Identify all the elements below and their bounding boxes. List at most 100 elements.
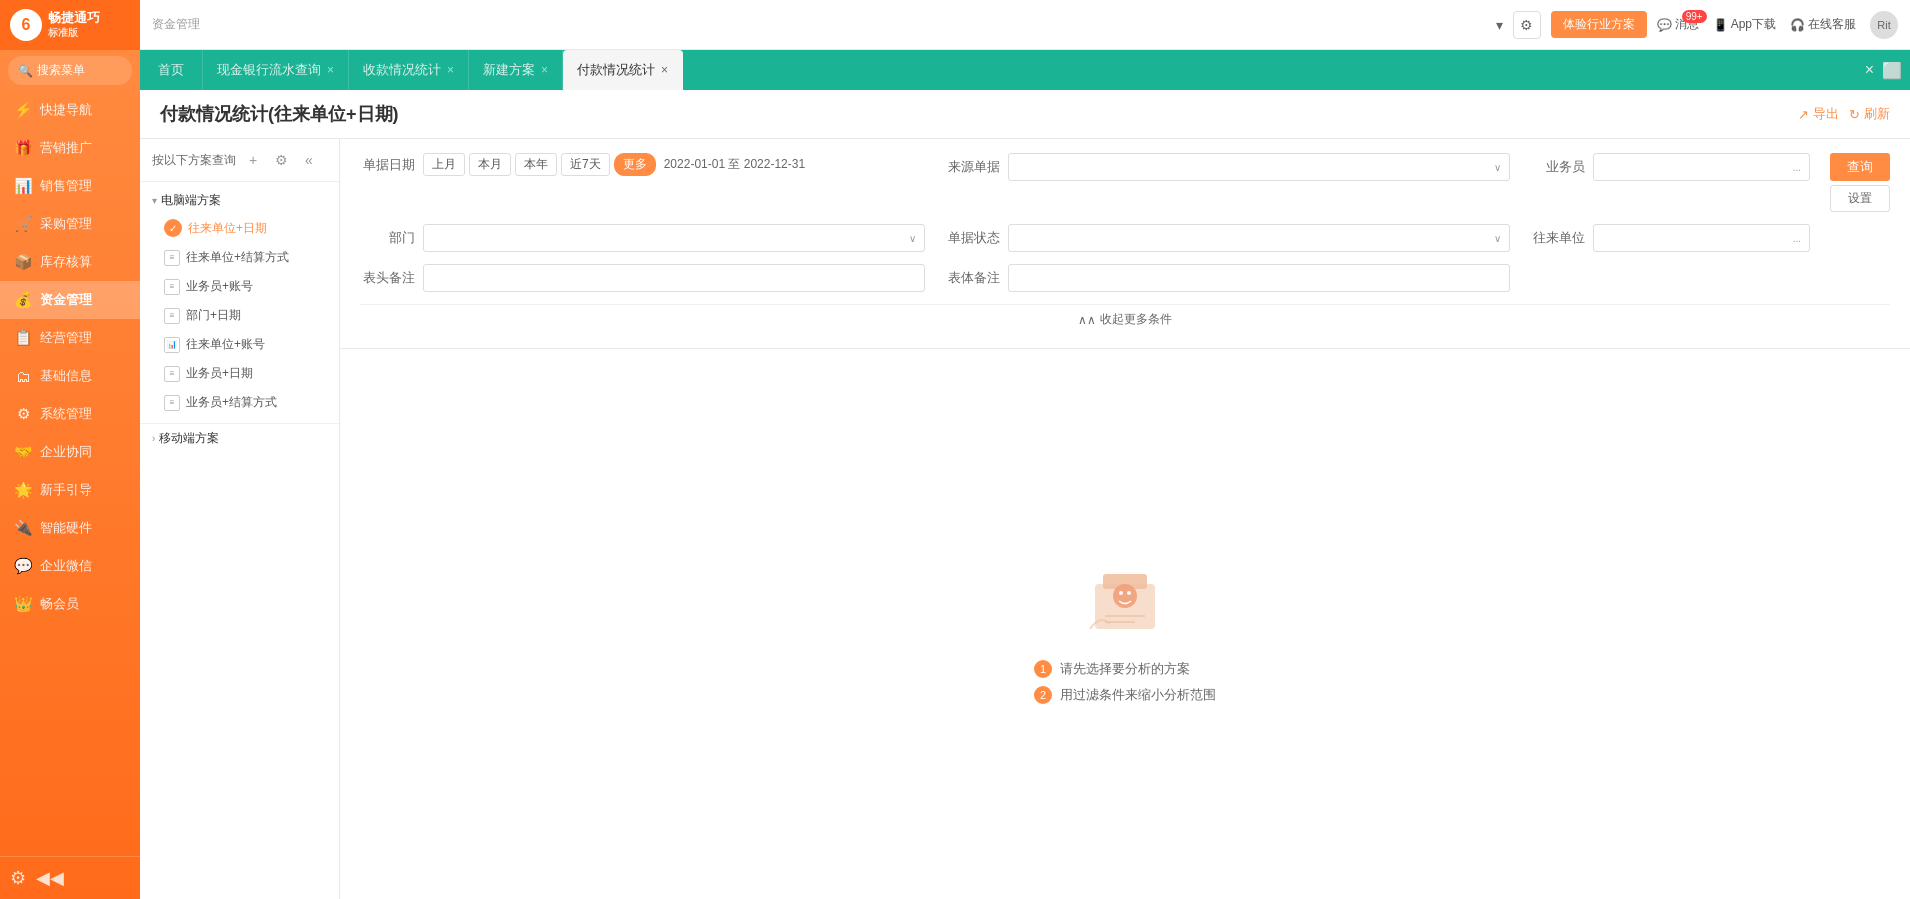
- payment-tab-close[interactable]: ×: [661, 63, 668, 77]
- filter-setting-btn[interactable]: 设置: [1830, 185, 1890, 212]
- left-panel: 按以下方案查询 + ⚙ « ▾ 电脑端方案 ✓ 往来单位+日期: [140, 139, 340, 899]
- filter-area: 单据日期 上月 本月 本年 近7天 更多 2022-01-01 至 2022-1…: [340, 139, 1910, 349]
- breadcrumb: 资金管理: [152, 16, 1486, 33]
- app-label: App下载: [1731, 16, 1776, 33]
- tab-new-scheme[interactable]: 新建方案 ×: [469, 50, 563, 90]
- export-btn[interactable]: ↗ 导出: [1798, 105, 1839, 123]
- refresh-icon: ↻: [1849, 107, 1860, 122]
- sidebar-item-member[interactable]: 👑畅会员: [0, 585, 140, 623]
- sidebar-item-sales[interactable]: 📊销售管理: [0, 167, 140, 205]
- sidebar-item-marketing[interactable]: 🎁营销推广: [0, 129, 140, 167]
- basic-icon: 🗂: [14, 367, 32, 385]
- scheme-item-label-unit-date: 往来单位+日期: [188, 220, 267, 237]
- refresh-btn[interactable]: ↻ 刷新: [1849, 105, 1890, 123]
- quick-nav-icon: ⚡: [14, 101, 32, 119]
- bank-tab-label: 现金银行流水查询: [217, 61, 321, 79]
- tab-bank[interactable]: 现金银行流水查询 ×: [203, 50, 349, 90]
- doc-status-select[interactable]: ∨: [1008, 224, 1510, 252]
- scheme-item-dept-date[interactable]: ≡ 部门+日期: [140, 301, 339, 330]
- close-all-tabs-btn[interactable]: ×: [1865, 61, 1874, 79]
- collapse-panel-btn[interactable]: «: [298, 149, 320, 171]
- dept-label: 部门: [360, 229, 415, 247]
- maximize-btn[interactable]: ⬜: [1882, 61, 1902, 80]
- sidebar-item-operation[interactable]: 📋经营管理: [0, 319, 140, 357]
- this-month-btn[interactable]: 本月: [469, 153, 511, 176]
- scheme-item-staff-settle[interactable]: ≡ 业务员+结算方式: [140, 388, 339, 417]
- page-body: 按以下方案查询 + ⚙ « ▾ 电脑端方案 ✓ 往来单位+日期: [140, 139, 1910, 899]
- trial-btn[interactable]: 体验行业方案: [1551, 11, 1647, 38]
- sidebar-item-wechat[interactable]: 💬企业微信: [0, 547, 140, 585]
- tab-home[interactable]: 首页: [140, 50, 203, 90]
- page-title: 付款情况统计(往来单位+日期): [160, 102, 1798, 126]
- sidebar-search[interactable]: 🔍 搜索菜单: [8, 56, 132, 85]
- dept-select[interactable]: ∨: [423, 224, 925, 252]
- tab-payment[interactable]: 付款情况统计 ×: [563, 50, 683, 90]
- topbar-dropdown-btn[interactable]: ▾: [1496, 17, 1503, 33]
- sidebar-item-guide[interactable]: 🌟新手引导: [0, 471, 140, 509]
- hint-num-2: 2: [1034, 686, 1052, 704]
- avatar[interactable]: Rit: [1870, 11, 1898, 39]
- dept-field: 部门 ∨: [360, 224, 925, 252]
- scheme-settings-btn[interactable]: ⚙: [270, 149, 292, 171]
- sidebar-label-basic: 基础信息: [40, 367, 92, 385]
- header-note-input[interactable]: [423, 264, 925, 292]
- scheme-item-staff-date[interactable]: ≡ 业务员+日期: [140, 359, 339, 388]
- sidebar-item-quick-nav[interactable]: ⚡快捷导航: [0, 91, 140, 129]
- source-field: 来源单据 ∨: [945, 153, 1510, 181]
- collapse-more-btn[interactable]: ∧∧ 收起更多条件: [360, 304, 1890, 334]
- topbar-gear-btn[interactable]: ⚙: [1513, 11, 1541, 39]
- more-date-btn[interactable]: 更多: [614, 153, 656, 176]
- sidebar-item-basic[interactable]: 🗂 基础信息: [0, 357, 140, 395]
- add-scheme-btn[interactable]: +: [242, 149, 264, 171]
- mobile-schemes-group-title[interactable]: › 移动端方案: [140, 423, 339, 453]
- hint-num-1: 1: [1034, 660, 1052, 678]
- purchase-icon: 🛒: [14, 215, 32, 233]
- header-note-field: 表头备注: [360, 264, 925, 292]
- hint-text-1: 请先选择要分析的方案: [1060, 660, 1190, 678]
- pc-schemes-group-title[interactable]: ▾ 电脑端方案: [140, 188, 339, 213]
- source-chevron-down: ∨: [1494, 162, 1501, 173]
- sidebar-label-purchase: 采购管理: [40, 215, 92, 233]
- topbar-service-btn[interactable]: 🎧 在线客服: [1790, 16, 1856, 33]
- sidebar-item-enterprise[interactable]: 🤝企业协同: [0, 433, 140, 471]
- scheme-item-staff-account[interactable]: ≡ 业务员+账号: [140, 272, 339, 301]
- settings-footer-icon[interactable]: ⚙: [10, 867, 26, 889]
- hardware-icon: 🔌: [14, 519, 32, 537]
- last-7days-btn[interactable]: 近7天: [561, 153, 610, 176]
- receivable-tab-close[interactable]: ×: [447, 63, 454, 77]
- body-note-input[interactable]: [1008, 264, 1510, 292]
- scheme-item-unit-date[interactable]: ✓ 往来单位+日期: [140, 213, 339, 243]
- sidebar-logo: 6 畅捷通巧 标准版: [0, 0, 140, 50]
- last-month-btn[interactable]: 上月: [423, 153, 465, 176]
- sales-icon: 📊: [14, 177, 32, 195]
- counterpart-arrow: ...: [1793, 233, 1801, 244]
- sidebar-item-purchase[interactable]: 🛒 采购管理: [0, 205, 140, 243]
- staff-select[interactable]: ...: [1593, 153, 1810, 181]
- source-label: 来源单据: [945, 158, 1000, 176]
- empty-state: 1 请先选择要分析的方案 2 用过滤条件来缩小分析范围: [1034, 544, 1216, 704]
- sidebar-item-inventory[interactable]: 📦库存核算: [0, 243, 140, 281]
- query-btn[interactable]: 查询: [1830, 153, 1890, 181]
- collapse-sidebar-icon[interactable]: ◀◀: [36, 867, 64, 889]
- topbar-message-btn[interactable]: 💬 消息 99+: [1657, 16, 1699, 33]
- topbar-app-btn[interactable]: 📱 App下载: [1713, 16, 1776, 33]
- capital-icon: 💰: [14, 291, 32, 309]
- service-icon: 🎧: [1790, 18, 1805, 32]
- tab-receivable[interactable]: 收款情况统计 ×: [349, 50, 469, 90]
- this-year-btn[interactable]: 本年: [515, 153, 557, 176]
- sidebar-item-system[interactable]: ⚙系统管理: [0, 395, 140, 433]
- sidebar-item-hardware[interactable]: 🔌 智能硬件: [0, 509, 140, 547]
- logo-name: 畅捷通巧: [48, 10, 100, 26]
- sidebar-label-hardware: 智能硬件: [40, 519, 92, 537]
- sidebar-item-capital[interactable]: 💰资金管理: [0, 281, 140, 319]
- new-scheme-tab-close[interactable]: ×: [541, 63, 548, 77]
- filter-row-1: 单据日期 上月 本月 本年 近7天 更多 2022-01-01 至 2022-1…: [360, 153, 1890, 212]
- mobile-group-label: 移动端方案: [159, 430, 219, 447]
- staff-field: 业务员 ...: [1530, 153, 1810, 181]
- bank-tab-close[interactable]: ×: [327, 63, 334, 77]
- source-select[interactable]: ∨: [1008, 153, 1510, 181]
- counterpart-select[interactable]: ...: [1593, 224, 1810, 252]
- scheme-item-unit-account[interactable]: 📊 往来单位+账号: [140, 330, 339, 359]
- scheme-item-unit-settle[interactable]: ≡ 往来单位+结算方式: [140, 243, 339, 272]
- sidebar-label-member: 畅会员: [40, 595, 79, 613]
